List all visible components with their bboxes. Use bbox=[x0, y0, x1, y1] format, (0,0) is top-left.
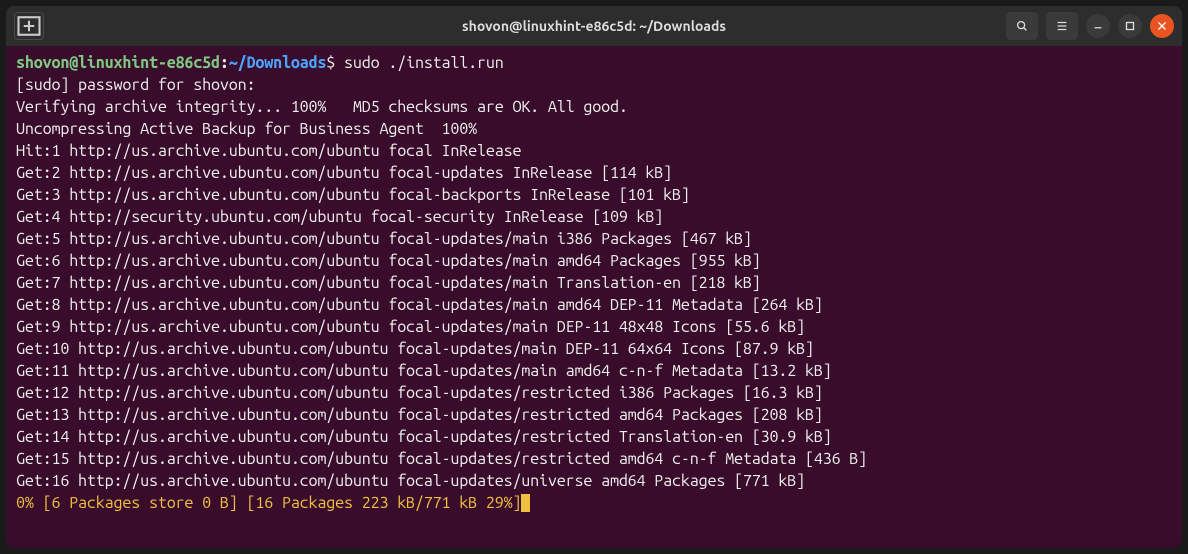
terminal-line: Get:9 http://us.archive.ubuntu.com/ubunt… bbox=[16, 318, 805, 336]
terminal-line: Get:15 http://us.archive.ubuntu.com/ubun… bbox=[16, 450, 867, 468]
close-button[interactable] bbox=[1150, 14, 1174, 38]
maximize-icon bbox=[1123, 19, 1137, 33]
terminal-line: Hit:1 http://us.archive.ubuntu.com/ubunt… bbox=[16, 142, 521, 160]
terminal-line: Get:2 http://us.archive.ubuntu.com/ubunt… bbox=[16, 164, 672, 182]
search-button[interactable] bbox=[1006, 12, 1038, 40]
progress-status: 0% [6 Packages store 0 B] [16 Packages 2… bbox=[16, 494, 521, 512]
hamburger-icon bbox=[1055, 19, 1069, 33]
terminal-line: Get:10 http://us.archive.ubuntu.com/ubun… bbox=[16, 340, 814, 358]
prompt-user-host: shovon@linuxhint-e86c5d bbox=[16, 54, 220, 72]
terminal-body[interactable]: shovon@linuxhint-e86c5d:~/Downloads$ sud… bbox=[6, 46, 1182, 548]
terminal-line: Get:5 http://us.archive.ubuntu.com/ubunt… bbox=[16, 230, 752, 248]
terminal-line: Uncompressing Active Backup for Business… bbox=[16, 120, 477, 138]
terminal-line: Get:6 http://us.archive.ubuntu.com/ubunt… bbox=[16, 252, 761, 270]
terminal-line: Get:3 http://us.archive.ubuntu.com/ubunt… bbox=[16, 186, 690, 204]
terminal-line: Get:7 http://us.archive.ubuntu.com/ubunt… bbox=[16, 274, 761, 292]
prompt-path: ~/Downloads bbox=[229, 54, 327, 72]
maximize-button[interactable] bbox=[1118, 14, 1142, 38]
terminal-window: shovon@linuxhint-e86c5d: ~/Downloads sho… bbox=[6, 6, 1182, 548]
terminal-line: Get:12 http://us.archive.ubuntu.com/ubun… bbox=[16, 384, 823, 402]
titlebar: shovon@linuxhint-e86c5d: ~/Downloads bbox=[6, 6, 1182, 46]
new-tab-icon bbox=[15, 12, 43, 40]
terminal-line: Get:8 http://us.archive.ubuntu.com/ubunt… bbox=[16, 296, 823, 314]
terminal-line: Get:4 http://security.ubuntu.com/ubuntu … bbox=[16, 208, 663, 226]
command: sudo ./install.run bbox=[344, 54, 504, 72]
minimize-button[interactable] bbox=[1086, 14, 1110, 38]
prompt-dollar: $ bbox=[326, 54, 344, 72]
prompt-colon: : bbox=[220, 54, 229, 72]
terminal-line: Get:13 http://us.archive.ubuntu.com/ubun… bbox=[16, 406, 823, 424]
menu-button[interactable] bbox=[1046, 12, 1078, 40]
close-icon bbox=[1155, 19, 1169, 33]
terminal-line: Get:16 http://us.archive.ubuntu.com/ubun… bbox=[16, 472, 805, 490]
window-title: shovon@linuxhint-e86c5d: ~/Downloads bbox=[462, 18, 726, 34]
terminal-line: Get:14 http://us.archive.ubuntu.com/ubun… bbox=[16, 428, 832, 446]
terminal-line: [sudo] password for shovon: bbox=[16, 76, 255, 94]
terminal-line: Verifying archive integrity... 100% MD5 … bbox=[16, 98, 628, 116]
minimize-icon bbox=[1091, 19, 1105, 33]
new-tab-button[interactable] bbox=[14, 12, 44, 40]
terminal-line: Get:11 http://us.archive.ubuntu.com/ubun… bbox=[16, 362, 832, 380]
search-icon bbox=[1015, 19, 1029, 33]
cursor bbox=[521, 494, 530, 512]
